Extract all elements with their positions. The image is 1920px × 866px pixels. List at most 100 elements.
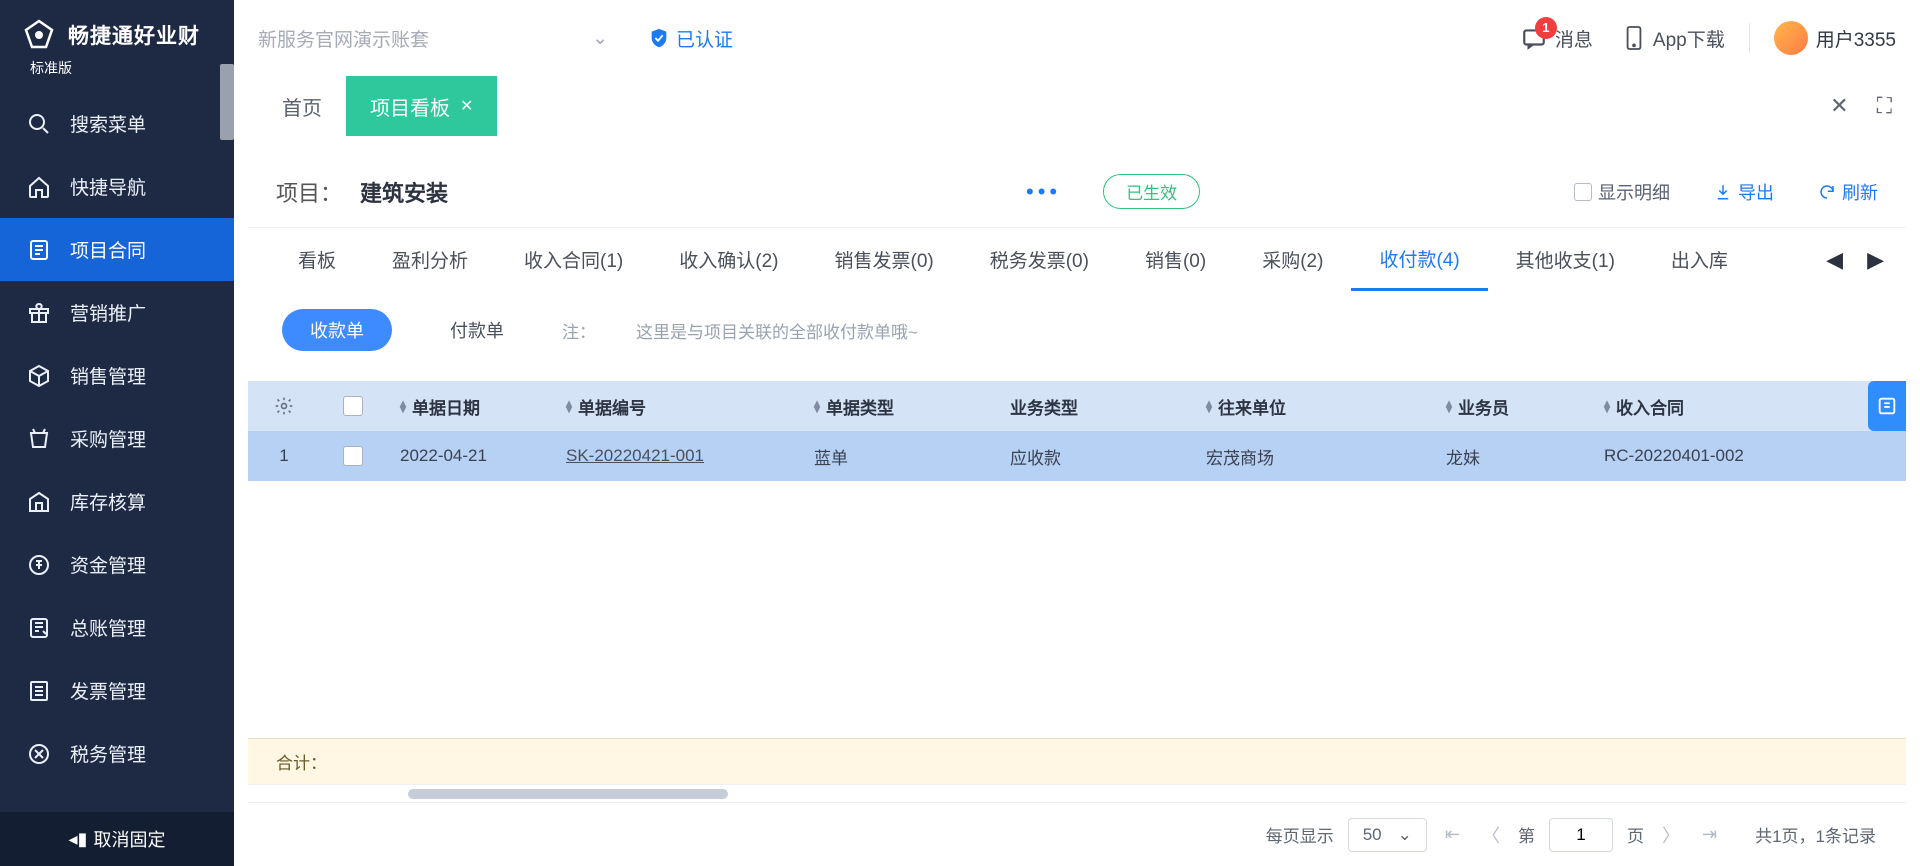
tab-label: 项目看板 [370, 92, 450, 121]
cell-number[interactable]: SK-20220421-001 [552, 446, 800, 466]
sidebar-scrollbar[interactable] [220, 64, 234, 140]
next-page-button[interactable]: 〉 [1658, 822, 1684, 848]
horizontal-scrollbar-thumb[interactable] [408, 789, 728, 799]
sidebar-item-label: 资金管理 [70, 551, 146, 578]
section-tab[interactable]: 销售发票(0) [807, 228, 962, 291]
section-tab[interactable]: 收入合同(1) [496, 228, 651, 291]
app-download-button[interactable]: App下载 [1623, 25, 1725, 52]
verified-label: 已认证 [676, 25, 733, 52]
col-header-date[interactable]: ▴▾单据日期 [386, 394, 552, 419]
doc-type-pill[interactable]: 收款单 [282, 309, 392, 351]
section-tab[interactable]: 其他收支(1) [1488, 228, 1643, 291]
sidebar-item-gift[interactable]: 营销推广 [0, 281, 234, 344]
refresh-label: 刷新 [1842, 179, 1878, 205]
per-page-select[interactable]: 50 ⌄ [1348, 818, 1427, 852]
sidebar-item-label: 总账管理 [70, 614, 146, 641]
chevron-down-icon: ⌄ [592, 27, 608, 50]
tab-label: 首页 [282, 92, 322, 121]
sidebar-item-sales[interactable]: 销售管理 [0, 344, 234, 407]
messages-label: 消息 [1555, 25, 1593, 52]
table-header-row: ▴▾单据日期 ▴▾单据编号 ▴▾单据类型 业务类型 ▴▾往来单位 ▴▾业务员 ▴… [248, 381, 1906, 431]
show-detail-label: 显示明细 [1598, 179, 1670, 205]
page-tab[interactable]: 项目看板 ✕ [346, 76, 497, 136]
messages-button[interactable]: 1 消息 [1521, 25, 1593, 52]
sidebar-item-label: 快捷导航 [70, 173, 146, 200]
fullscreen-icon[interactable]: ⛶ [1877, 93, 1892, 119]
sidebar-item-tax[interactable]: 税务管理 [0, 722, 234, 785]
section-tab[interactable]: 看板 [270, 228, 364, 291]
data-table: ▴▾单据日期 ▴▾单据编号 ▴▾单据类型 业务类型 ▴▾往来单位 ▴▾业务员 ▴… [248, 381, 1906, 866]
column-settings-button[interactable] [248, 396, 320, 416]
col-header-contract[interactable]: ▴▾收入合同 [1590, 394, 1906, 419]
collapse-icon: ◂▮ [69, 829, 88, 850]
close-icon[interactable]: ✕ [460, 96, 473, 116]
username[interactable]: 用户3355 [1816, 25, 1896, 52]
sidebar-item-invoice[interactable]: 发票管理 [0, 659, 234, 722]
sidebar-item-home[interactable]: 快捷导航 [0, 155, 234, 218]
main-area: 新服务官网演示账套 ⌄ 已认证 1 消息 App [234, 0, 1920, 866]
col-header-number[interactable]: ▴▾单据编号 [552, 394, 800, 419]
table-row[interactable]: 12022-04-21SK-20220421-001蓝单应收款宏茂商场龙妹RC-… [248, 431, 1906, 481]
sidebar-item-contract[interactable]: 项目合同 [0, 218, 234, 281]
org-selector[interactable]: 新服务官网演示账套 ⌄ [258, 25, 608, 52]
unpin-sidebar-button[interactable]: ◂▮ 取消固定 [0, 812, 234, 866]
chevron-down-icon: ⌄ [1398, 825, 1412, 845]
last-page-button[interactable]: ⇥ [1698, 824, 1721, 845]
sales-icon [26, 363, 52, 389]
verified-badge[interactable]: 已认证 [648, 25, 733, 52]
unpin-label: 取消固定 [93, 826, 165, 852]
avatar[interactable] [1774, 21, 1808, 55]
shield-icon [648, 27, 670, 49]
project-header: 项目： 建筑安装 ••• 已生效 显示明细 导出 [248, 150, 1906, 227]
download-label: App下载 [1653, 25, 1725, 52]
brand-edition: 标准版 [0, 58, 234, 92]
sidebar-item-fund[interactable]: 资金管理 [0, 533, 234, 596]
section-tab[interactable]: 出入库 [1643, 228, 1756, 291]
sidebar-item-purchase[interactable]: 采购管理 [0, 407, 234, 470]
export-button[interactable]: 导出 [1714, 179, 1774, 205]
sidebar-item-label: 搜索菜单 [70, 110, 146, 137]
doc-type-pill[interactable]: 付款单 [422, 309, 532, 351]
sidebar-item-label: 库存核算 [70, 488, 146, 515]
col-header-emp[interactable]: ▴▾业务员 [1432, 394, 1590, 419]
export-label: 导出 [1738, 179, 1774, 205]
col-header-biz[interactable]: 业务类型 [996, 394, 1192, 419]
page-tab[interactable]: 首页 [258, 76, 346, 136]
scroll-right-icon[interactable]: ▶ [1867, 247, 1884, 273]
status-badge: 已生效 [1103, 174, 1200, 209]
select-all-checkbox[interactable] [320, 396, 386, 416]
section-tab[interactable]: 采购(2) [1234, 228, 1351, 291]
cell-emp: 龙妹 [1432, 444, 1590, 469]
section-tab[interactable]: 收入确认(2) [651, 228, 806, 291]
cell-unit: 宏茂商场 [1192, 444, 1432, 469]
section-tab[interactable]: 销售(0) [1117, 228, 1234, 291]
show-detail-toggle[interactable]: 显示明细 [1574, 179, 1670, 205]
sidebar-item-label: 采购管理 [70, 425, 146, 452]
project-name: 建筑安装 [360, 176, 448, 208]
horizontal-scrollbar-track[interactable] [248, 784, 1906, 802]
row-index: 1 [248, 446, 320, 466]
brand: 畅捷通好业财 [0, 0, 234, 58]
section-tab[interactable]: 盈利分析 [364, 228, 496, 291]
invoice-icon [26, 678, 52, 704]
brand-name: 畅捷通好业财 [68, 20, 200, 50]
first-page-button[interactable]: ⇤ [1441, 824, 1464, 845]
section-tab[interactable]: 税务发票(0) [962, 228, 1117, 291]
sidebar-item-ledger[interactable]: 总账管理 [0, 596, 234, 659]
table-footer: 合计： [248, 738, 1906, 784]
content: 项目： 建筑安装 ••• 已生效 显示明细 导出 [234, 136, 1920, 866]
scroll-left-icon[interactable]: ◀ [1826, 247, 1843, 273]
row-checkbox[interactable] [320, 446, 386, 466]
more-actions-icon[interactable]: ••• [1026, 179, 1061, 205]
close-tab-icon[interactable]: ✕ [1830, 93, 1848, 119]
section-tab[interactable]: 收付款(4) [1351, 228, 1487, 291]
col-header-unit[interactable]: ▴▾往来单位 [1192, 394, 1432, 419]
prev-page-button[interactable]: 〈 [1478, 822, 1504, 848]
col-header-type[interactable]: ▴▾单据类型 [800, 394, 996, 419]
help-float-button[interactable] [1868, 381, 1906, 431]
sidebar-item-search[interactable]: 搜索菜单 [0, 92, 234, 155]
refresh-button[interactable]: 刷新 [1818, 179, 1878, 205]
page-input[interactable] [1549, 818, 1613, 852]
table-body: 12022-04-21SK-20220421-001蓝单应收款宏茂商场龙妹RC-… [248, 431, 1906, 738]
sidebar-item-inventory[interactable]: 库存核算 [0, 470, 234, 533]
